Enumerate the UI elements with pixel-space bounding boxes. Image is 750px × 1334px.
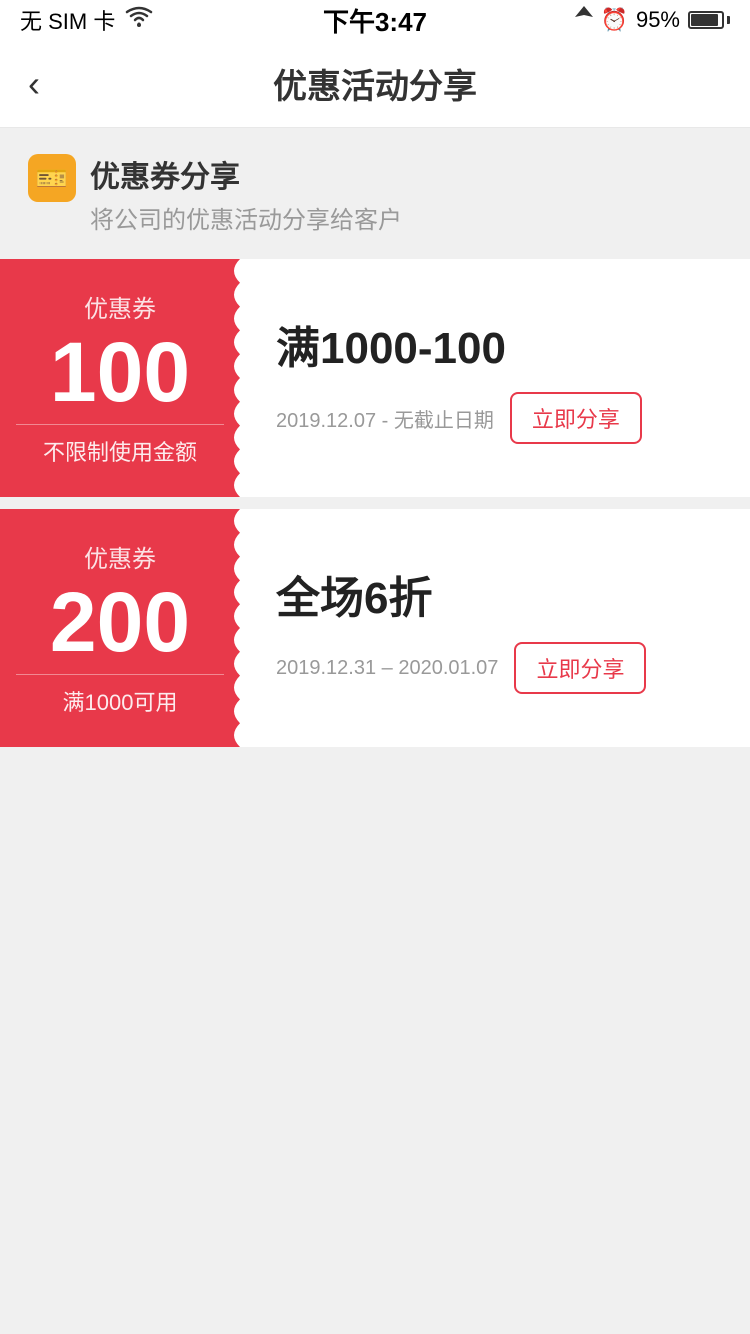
coupon-left-panel: 优惠券 100 不限制使用金额 (0, 259, 240, 497)
status-right: ⏰ 95% (575, 6, 730, 34)
battery-percent: 95% (636, 7, 680, 33)
coupon-icon: 🎫 (36, 163, 68, 194)
coupon-right-panel-1: 满1000-100 2019.12.07 - 无截止日期 立即分享 (240, 259, 750, 497)
coupon-date-row-1: 2019.12.07 - 无截止日期 立即分享 (276, 392, 722, 444)
share-button-1[interactable]: 立即分享 (510, 392, 642, 444)
battery-icon (688, 11, 730, 29)
scallop-divider-1 (228, 259, 252, 497)
back-button[interactable]: ‹ (28, 63, 40, 105)
coupon-date-row-2: 2019.12.31 – 2020.01.07 立即分享 (276, 642, 722, 694)
status-left: 无 SIM 卡 (20, 4, 153, 36)
nav-bar: ‹ 优惠活动分享 (0, 40, 750, 128)
coupon-amount-1: 100 (50, 330, 190, 414)
coupon-name-1: 满1000-100 (276, 312, 722, 376)
coupon-label-2: 优惠券 (84, 539, 156, 574)
coupon-date-2: 2019.12.31 – 2020.01.07 (276, 657, 498, 680)
coupon-amount-2: 200 (50, 580, 190, 664)
coupon-condition-2: 满1000可用 (63, 685, 178, 717)
coupon-label-1: 优惠券 (84, 289, 156, 324)
section-text-group: 优惠券分享 将公司的优惠活动分享给客户 (90, 152, 402, 235)
location-icon (575, 6, 593, 34)
coupon-divider-line-1 (16, 424, 224, 425)
coupon-right-panel-2: 全场6折 2019.12.31 – 2020.01.07 立即分享 (240, 509, 750, 747)
coupon-list: 优惠券 100 不限制使用金额 满1000-100 2019.12.07 - 无… (0, 251, 750, 747)
section-header: 🎫 优惠券分享 将公司的优惠活动分享给客户 (0, 128, 750, 251)
alarm-icon: ⏰ (601, 7, 628, 33)
coupon-divider-line-2 (16, 674, 224, 675)
coupon-condition-1: 不限制使用金额 (43, 435, 197, 467)
page-title: 优惠活动分享 (273, 59, 477, 108)
wifi-icon (125, 6, 153, 34)
empty-area (0, 759, 750, 1259)
section-title: 优惠券分享 (90, 152, 402, 196)
status-bar: 无 SIM 卡 下午3:47 ⏰ 95% (0, 0, 750, 40)
coupon-date-1: 2019.12.07 - 无截止日期 (276, 404, 494, 433)
coupon-name-2: 全场6折 (276, 562, 722, 626)
coupon-card-2: 优惠券 200 满1000可用 全场6折 2019.12.31 – 2020.0… (0, 509, 750, 747)
sim-label: 无 SIM 卡 (20, 4, 115, 36)
section-description: 将公司的优惠活动分享给客户 (90, 200, 402, 235)
coupon-card: 优惠券 100 不限制使用金额 满1000-100 2019.12.07 - 无… (0, 259, 750, 497)
scallop-divider-2 (228, 509, 252, 747)
status-time: 下午3:47 (323, 2, 427, 39)
share-button-2[interactable]: 立即分享 (514, 642, 646, 694)
coupon-left-panel-2: 优惠券 200 满1000可用 (0, 509, 240, 747)
section-icon: 🎫 (28, 154, 76, 202)
